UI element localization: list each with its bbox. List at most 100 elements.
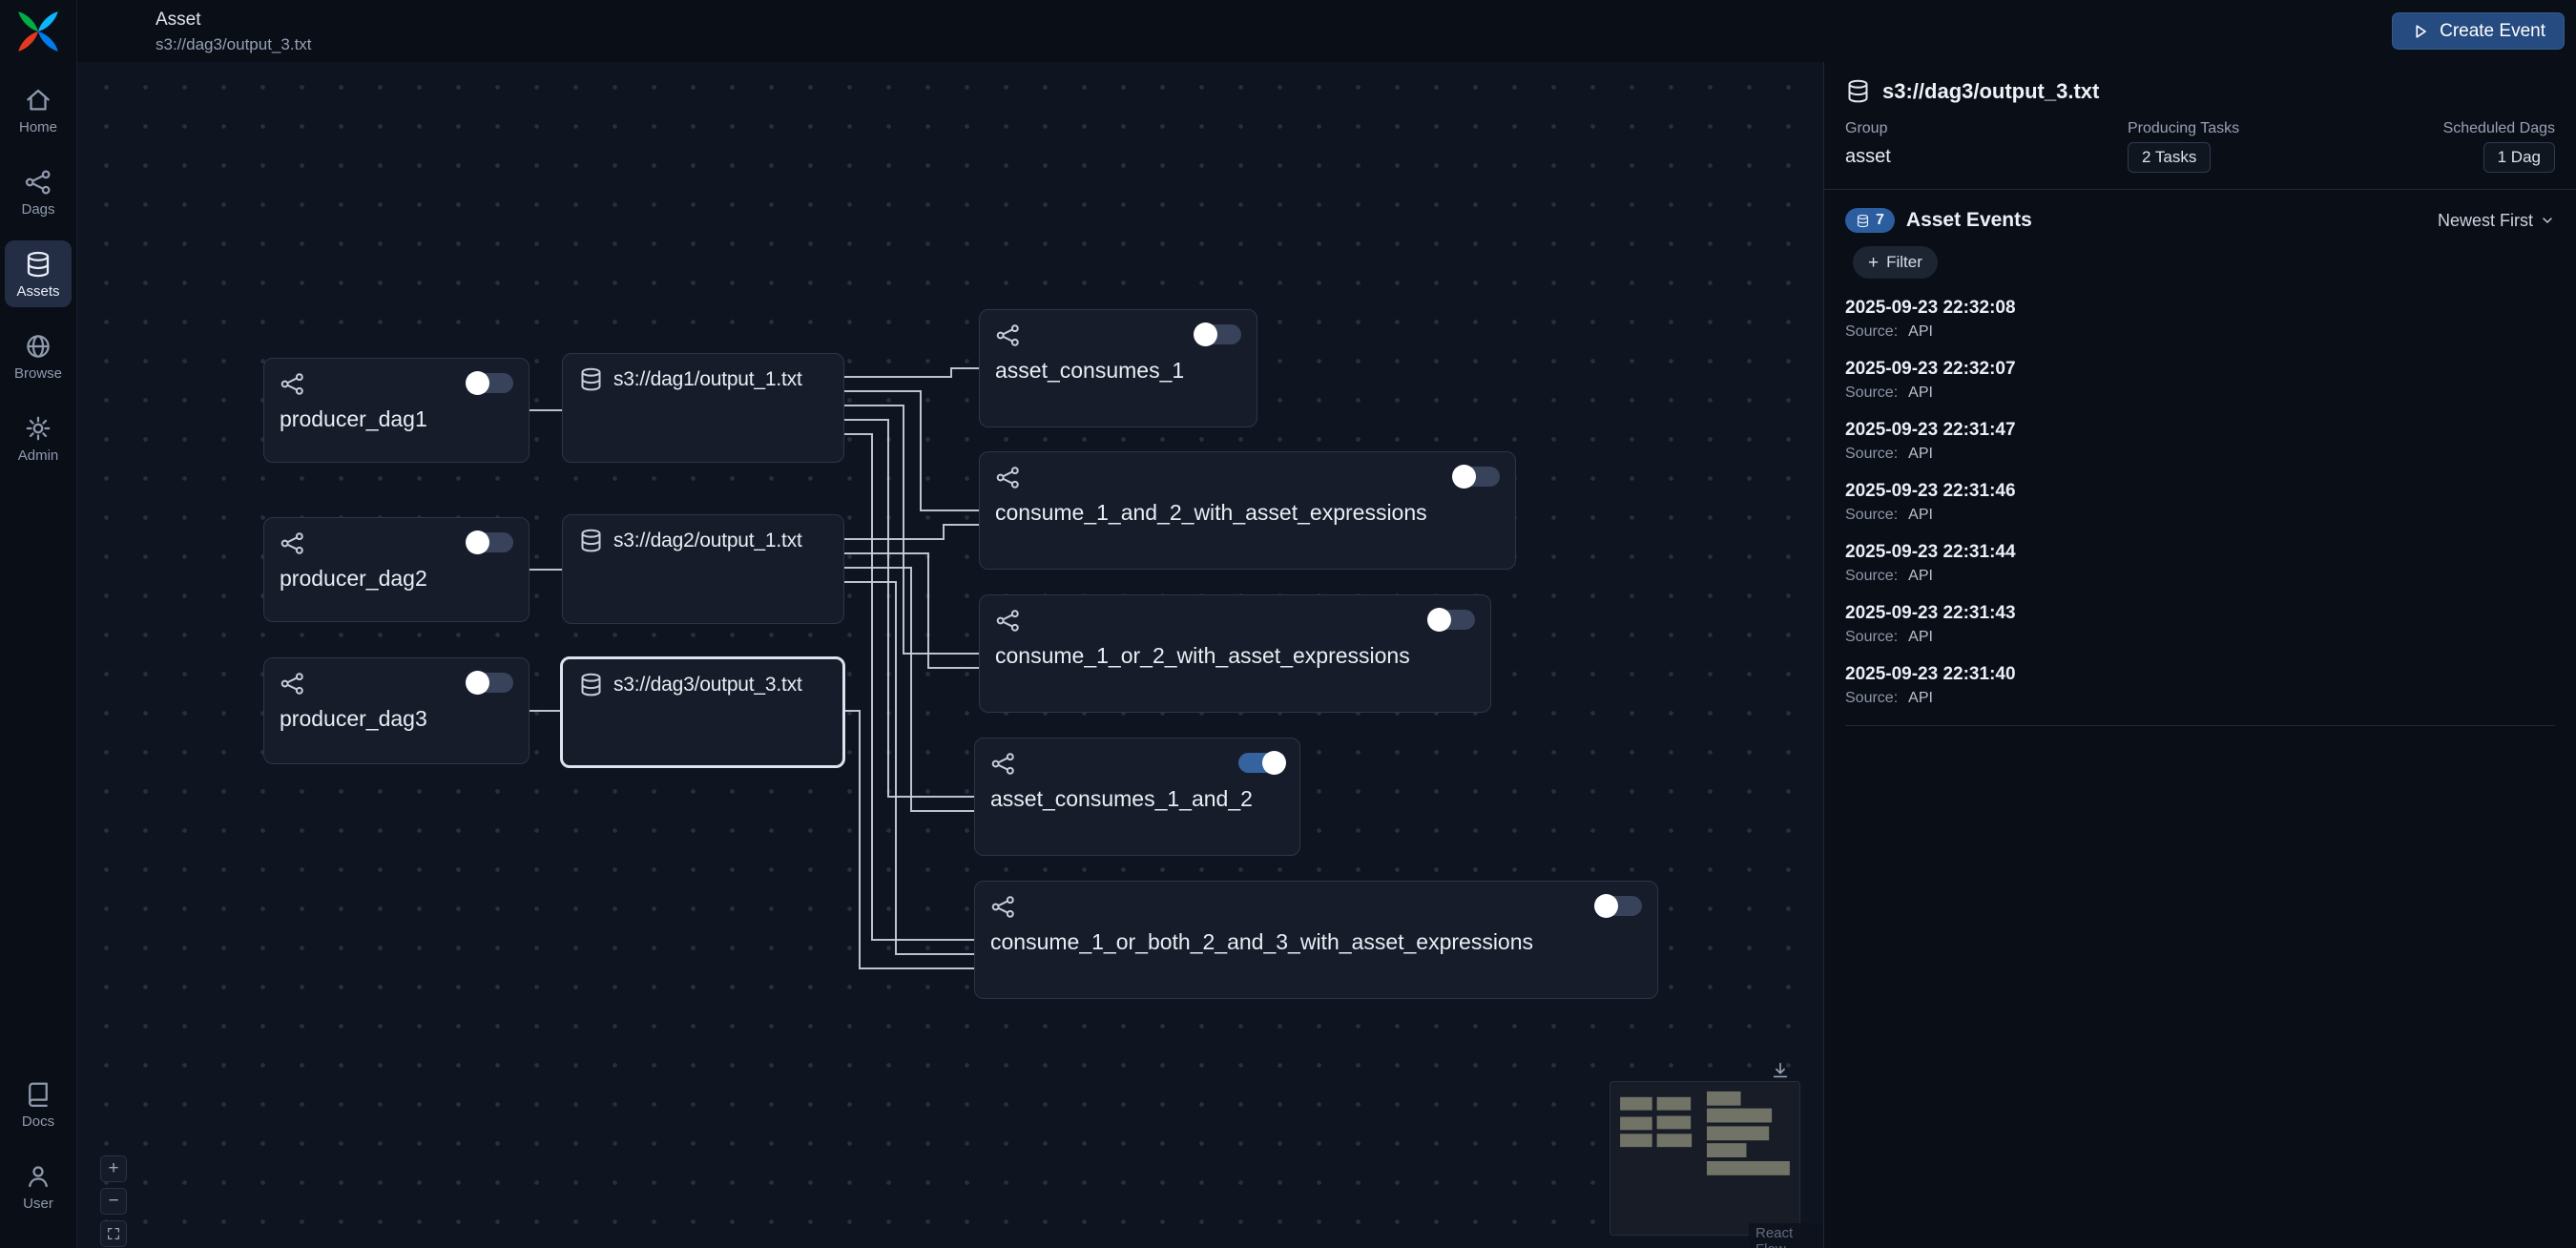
producing-tasks-label: Producing Tasks <box>2128 120 2239 137</box>
sidebar-item-dags[interactable]: Dags <box>5 158 72 225</box>
asset-event-item: 2025-09-23 22:31:46 Source: API <box>1845 481 2555 524</box>
minimap[interactable] <box>1610 1081 1800 1236</box>
fit-view-button[interactable] <box>100 1220 127 1247</box>
react-flow-attribution[interactable]: React Flow <box>1749 1223 1823 1248</box>
node-label: consume_1_and_2_with_asset_expressions <box>995 500 1500 526</box>
database-icon <box>578 672 604 697</box>
asset-events-list: 2025-09-23 22:32:08 Source: API 2025-09-2… <box>1824 279 2576 726</box>
sidebar-item-home[interactable]: Home <box>5 76 72 143</box>
events-count: 7 <box>1876 212 1884 229</box>
home-icon <box>24 86 52 114</box>
sidebar-item-assets[interactable]: Assets <box>5 240 72 307</box>
events-list-divider <box>1845 725 2555 726</box>
producing-tasks-chip[interactable]: 2 Tasks <box>2128 142 2211 173</box>
node-asset-consumes-1-and-2[interactable]: asset_consumes_1_and_2 <box>974 738 1300 856</box>
node-asset-dag2-output1[interactable]: s3://dag2/output_1.txt <box>562 514 844 624</box>
toggle-knob <box>466 671 489 695</box>
event-timestamp: 2025-09-23 22:31:40 <box>1845 664 2555 685</box>
event-source-label: Source: <box>1845 507 1898 524</box>
zoom-out-button[interactable]: − <box>100 1188 127 1215</box>
asset-events-count-badge: 7 <box>1845 208 1895 233</box>
zoom-out-glyph: − <box>108 1191 118 1212</box>
airflow-asset-page: Home Dags Assets Browse Admin Docs User <box>0 0 2576 1248</box>
node-label: asset_consumes_1_and_2 <box>990 786 1284 812</box>
event-timestamp: 2025-09-23 22:31:46 <box>1845 481 2555 502</box>
scheduled-dags-chip[interactable]: 1 Dag <box>2483 142 2555 173</box>
sort-order-value: Newest First <box>2438 211 2533 231</box>
sidebar-item-browse[interactable]: Browse <box>5 322 72 389</box>
dag-pause-toggle[interactable] <box>1195 324 1241 344</box>
event-source-value: API <box>1908 507 1933 524</box>
event-source-value: API <box>1908 629 1933 646</box>
toggle-knob <box>1452 465 1476 489</box>
gear-icon <box>24 414 52 443</box>
dag-icon <box>995 608 1021 634</box>
sidebar-item-admin[interactable]: Admin <box>5 405 72 471</box>
dag-pause-toggle[interactable] <box>467 532 513 552</box>
sort-order-dropdown[interactable]: Newest First <box>2438 211 2555 231</box>
asset-event-item: 2025-09-23 22:31:47 Source:API <box>1845 420 2555 463</box>
asset-event-item: 2025-09-23 22:32:08 Source: API <box>1845 298 2555 341</box>
dag-pause-toggle[interactable] <box>1238 753 1284 773</box>
zoom-in-glyph: + <box>108 1158 118 1179</box>
sidebar-item-label: Browse <box>14 365 62 382</box>
toggle-knob <box>466 530 489 554</box>
dag-pause-toggle[interactable] <box>467 373 513 393</box>
node-producer-dag1[interactable]: producer_dag1 <box>263 358 530 463</box>
node-label: producer_dag1 <box>280 406 513 432</box>
zoom-in-button[interactable]: + <box>100 1155 127 1182</box>
asset-event-item: 2025-09-23 22:31:40 Source:API <box>1845 664 2555 707</box>
node-label: s3://dag3/output_3.txt <box>613 674 802 697</box>
filter-label: Filter <box>1886 253 1922 272</box>
event-timestamp: 2025-09-23 22:31:43 <box>1845 603 2555 624</box>
toggle-knob <box>1594 894 1618 918</box>
event-source-label: Source: <box>1845 629 1898 646</box>
edge-layer <box>77 62 1823 1248</box>
page-subtitle: s3://dag3/output_3.txt <box>156 35 312 54</box>
download-graph-icon[interactable] <box>1770 1060 1791 1081</box>
toggle-knob <box>1194 322 1217 346</box>
dag-icon <box>24 168 52 197</box>
sidebar-item-label: Dags <box>21 201 54 218</box>
group-value: asset <box>1845 146 1891 168</box>
sidebar-item-docs[interactable]: Docs <box>5 1071 72 1137</box>
panel-title: s3://dag3/output_3.txt <box>1882 79 2099 104</box>
database-icon <box>578 528 604 553</box>
user-icon <box>24 1162 52 1191</box>
node-consume-1-and-2[interactable]: consume_1_and_2_with_asset_expressions <box>979 451 1516 570</box>
database-icon <box>578 366 604 392</box>
node-producer-dag2[interactable]: producer_dag2 <box>263 517 530 622</box>
node-producer-dag3[interactable]: producer_dag3 <box>263 657 530 764</box>
node-asset-dag3-output3-selected[interactable]: s3://dag3/output_3.txt <box>560 656 845 768</box>
node-label: s3://dag1/output_1.txt <box>613 368 802 391</box>
event-source-label: Source: <box>1845 323 1898 341</box>
event-source-label: Source: <box>1845 568 1898 585</box>
breadcrumb: Asset <box>156 10 201 31</box>
asset-event-item: 2025-09-23 22:32:07 Source:API <box>1845 359 2555 402</box>
event-timestamp: 2025-09-23 22:32:08 <box>1845 298 2555 319</box>
dag-pause-toggle[interactable] <box>467 673 513 693</box>
dag-pause-toggle[interactable] <box>1454 467 1500 487</box>
asset-event-item: 2025-09-23 22:31:44 Source:API <box>1845 542 2555 585</box>
node-asset-consumes-1[interactable]: asset_consumes_1 <box>979 309 1257 427</box>
event-source-label: Source: <box>1845 446 1898 463</box>
node-consume-1-or-2[interactable]: consume_1_or_2_with_asset_expressions <box>979 594 1491 713</box>
asset-graph-canvas[interactable]: producer_dag1 producer_dag2 producer_dag… <box>77 62 1823 1248</box>
sidebar-item-label: Home <box>19 119 57 135</box>
node-asset-dag1-output1[interactable]: s3://dag1/output_1.txt <box>562 353 844 463</box>
dag-pause-toggle[interactable] <box>1429 610 1475 630</box>
sidebar-item-label: Admin <box>18 447 59 464</box>
event-source-value: API <box>1908 568 1933 585</box>
event-source-value: API <box>1908 690 1933 707</box>
airflow-logo[interactable] <box>16 10 60 53</box>
dag-pause-toggle[interactable] <box>1596 896 1642 916</box>
filter-button[interactable]: + Filter <box>1853 246 1938 279</box>
event-source-label: Source: <box>1845 385 1898 402</box>
node-consume-1-or-both-2-and-3[interactable]: consume_1_or_both_2_and_3_with_asset_exp… <box>974 881 1658 999</box>
dag-icon <box>280 671 305 697</box>
sidebar-item-user[interactable]: User <box>5 1153 72 1219</box>
event-source-value: API <box>1908 323 1933 341</box>
sidebar: Home Dags Assets Browse Admin Docs User <box>0 0 77 1248</box>
dag-icon <box>990 894 1016 920</box>
create-event-button[interactable]: Create Event <box>2392 12 2565 50</box>
